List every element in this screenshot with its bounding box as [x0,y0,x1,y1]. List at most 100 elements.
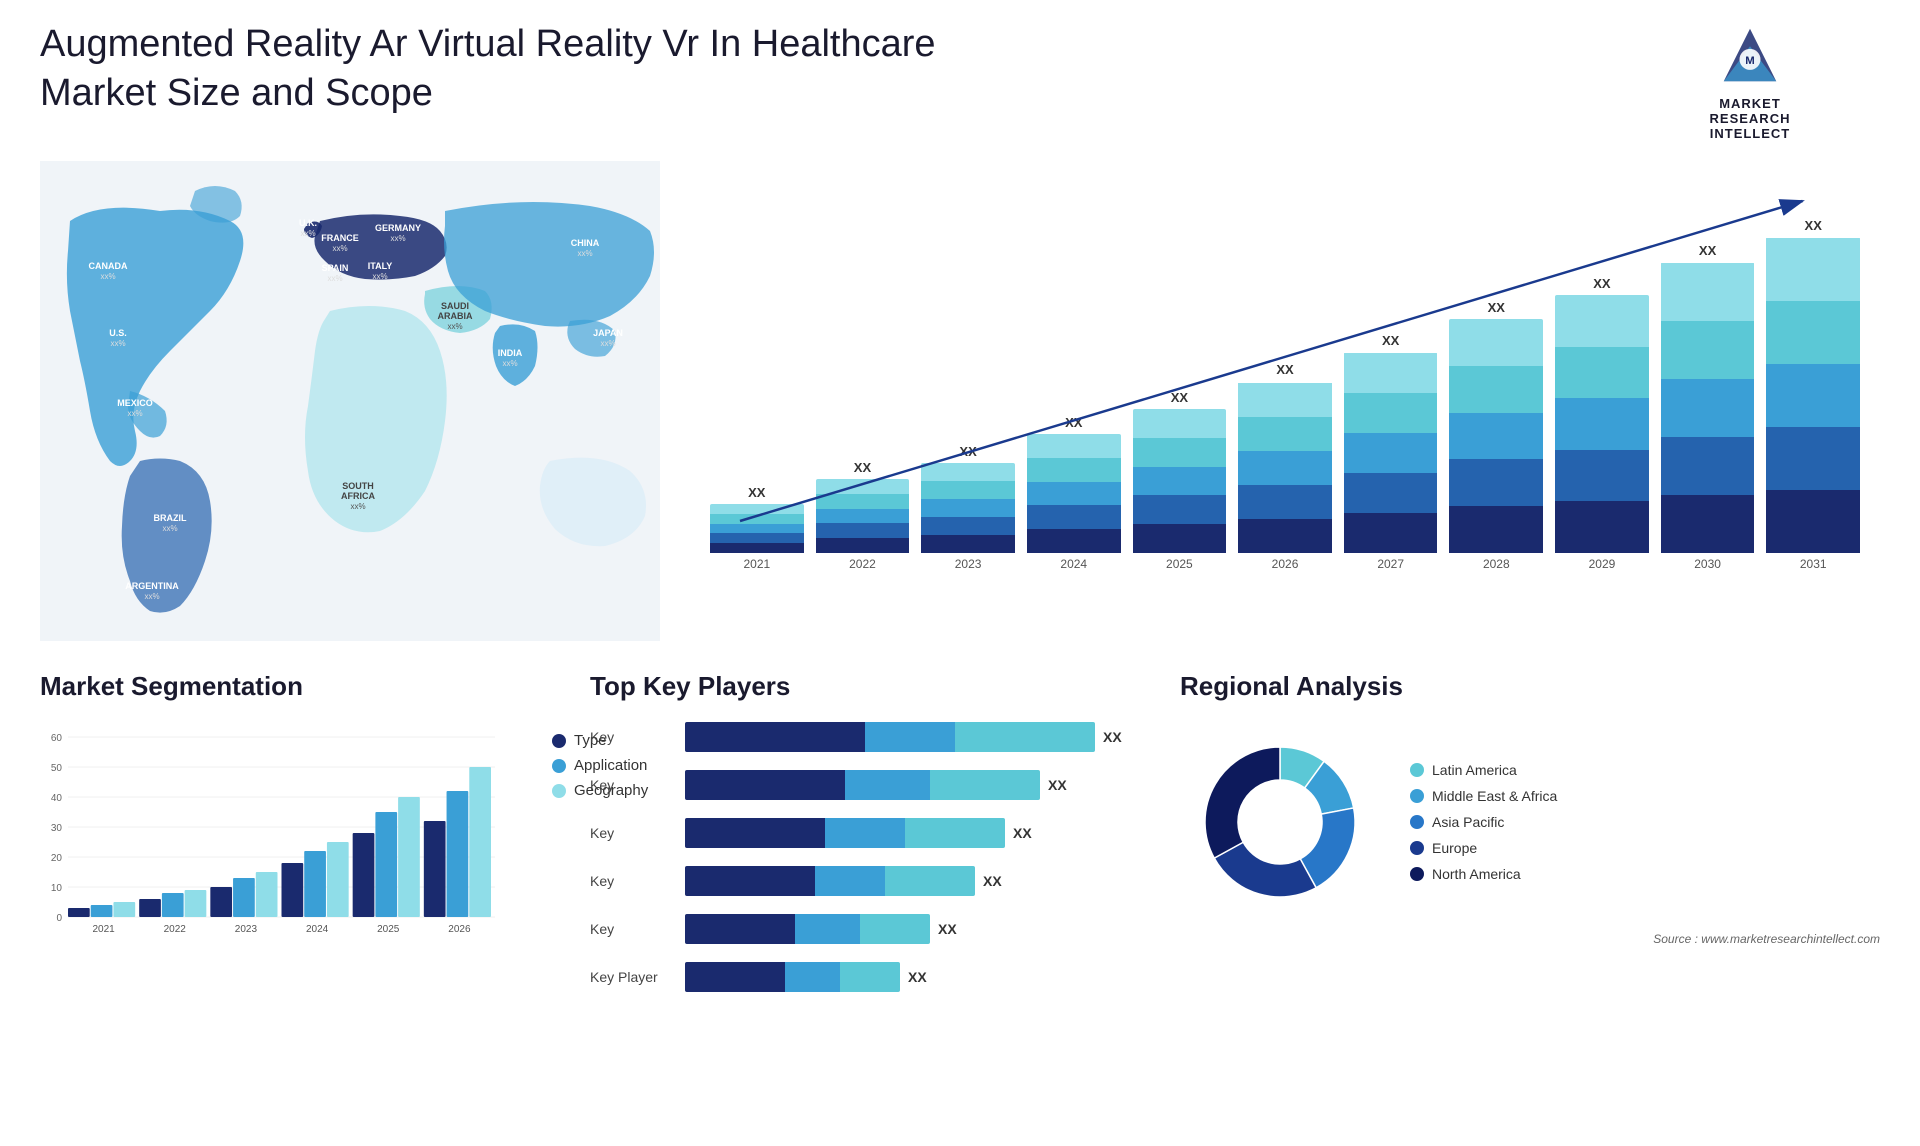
seg-legend-dot [552,759,566,773]
player-bar-stack [685,818,1005,848]
bar-segment [1555,450,1649,502]
segmentation-chart-svg: 0102030405060202120222023202420252026 [40,722,500,942]
bar-segment [1766,427,1860,490]
bar-segment [1449,366,1543,413]
player-row: Key PlayerXX [590,962,1150,992]
donut-chart-svg [1180,722,1380,922]
svg-text:30: 30 [51,823,63,834]
bar-segment [1027,458,1121,482]
player-bar-segment [685,722,865,752]
bar-xx-label: XX [1699,243,1716,258]
bar-segment [1133,438,1227,467]
bar-segment [1238,417,1332,451]
player-bar-area: XX [685,866,1150,896]
bar-segment [1661,437,1755,495]
bar-segment [921,535,1015,553]
bar-segment [816,479,910,494]
x-year-label: 2028 [1483,557,1510,571]
x-year-label: 2029 [1589,557,1616,571]
bar-group-2024: XX 2024 [1027,415,1121,571]
bar-segment [1661,263,1755,321]
seg-bar [256,872,278,917]
bar-segment [1238,485,1332,519]
bar-segment [1555,347,1649,399]
x-year-label: 2026 [1272,557,1299,571]
x-year-label: 2030 [1694,557,1721,571]
player-label: Key [590,873,675,889]
player-bar-area: XX [685,722,1150,752]
bar-segment [1766,238,1860,301]
player-xx-label: XX [1048,777,1067,793]
regional-legend-item: Latin America [1410,762,1557,778]
svg-text:SOUTH: SOUTH [342,481,374,491]
bar-group-2023: XX2023 [921,444,1015,571]
players-chart: KeyXXKeyXXKeyXXKeyXXKeyXXKey PlayerXX [590,722,1150,1000]
svg-text:60: 60 [51,733,63,744]
svg-text:ARGENTINA: ARGENTINA [125,581,179,591]
bar-segment [1238,383,1332,417]
seg-bar [327,842,349,917]
seg-legend-dot [552,784,566,798]
player-bar-segment [845,770,930,800]
svg-text:xx%: xx% [350,502,365,511]
player-label: Key Player [590,969,675,985]
player-row: KeyXX [590,770,1150,800]
bar-group-2030: XX 2030 [1661,243,1755,571]
regional-legend: Latin AmericaMiddle East & AfricaAsia Pa… [1410,762,1557,882]
svg-text:2021: 2021 [92,924,115,935]
bar-xx-label: XX [1171,390,1188,405]
bar-xx-label: XX [1593,276,1610,291]
seg-bar [353,833,375,917]
stacked-bar [710,504,804,553]
bar-segment [1555,295,1649,347]
player-bar-stack [685,722,1095,752]
bar-segment [921,499,1015,517]
map-section: CANADA xx% U.S. xx% MEXICO xx% BRAZIL xx… [40,161,660,641]
x-year-label: 2024 [1060,557,1087,571]
svg-text:xx%: xx% [127,409,142,418]
svg-text:SPAIN: SPAIN [322,263,349,273]
regional-legend-item: North America [1410,866,1557,882]
player-bar-segment [885,866,975,896]
svg-text:U.S.: U.S. [109,328,127,338]
player-xx-label: XX [983,873,1002,889]
player-label: Key [590,729,675,745]
player-row: Key XX [590,866,1150,896]
svg-text:xx%: xx% [110,339,125,348]
seg-bar [424,821,446,917]
donut-container: Latin AmericaMiddle East & AfricaAsia Pa… [1180,722,1880,922]
bar-segment [816,523,910,538]
bar-segment [1133,467,1227,496]
svg-text:xx%: xx% [502,359,517,368]
player-bar-segment [815,866,885,896]
page-wrapper: Augmented Reality Ar Virtual Reality Vr … [0,0,1920,1146]
svg-text:AFRICA: AFRICA [341,491,375,501]
x-year-label: 2027 [1377,557,1404,571]
logo-text: MARKET RESEARCH INTELLECT [1710,96,1791,141]
svg-text:xx%: xx% [390,234,405,243]
bar-segment [1344,353,1438,393]
stacked-bar [1449,319,1543,553]
stacked-bar [1661,262,1755,553]
regional-legend-item: Middle East & Africa [1410,788,1557,804]
bar-segment [1238,451,1332,485]
regional-legend-label: North America [1432,866,1521,882]
seg-bar [447,791,469,917]
seg-bar [210,887,232,917]
svg-text:INDIA: INDIA [498,348,523,358]
bar-group-2029: XX 2029 [1555,276,1649,571]
regional-section: Regional Analysis Latin AmericaMiddle Ea… [1180,671,1880,1000]
player-row: KeyXX [590,914,1150,944]
bar-group-2022: XX2022 [816,460,910,571]
bar-segment [710,514,804,524]
bar-xx-label: XX [1065,415,1082,430]
svg-text:xx%: xx% [327,274,342,283]
player-bar-stack [685,866,975,896]
svg-text:2026: 2026 [448,924,471,935]
bar-group-2025: XX2025 [1133,390,1227,571]
svg-text:40: 40 [51,793,63,804]
bar-xx-label: XX [1382,333,1399,348]
player-bar-segment [905,818,1005,848]
svg-text:xx%: xx% [300,229,315,238]
bar-segment [710,533,804,543]
